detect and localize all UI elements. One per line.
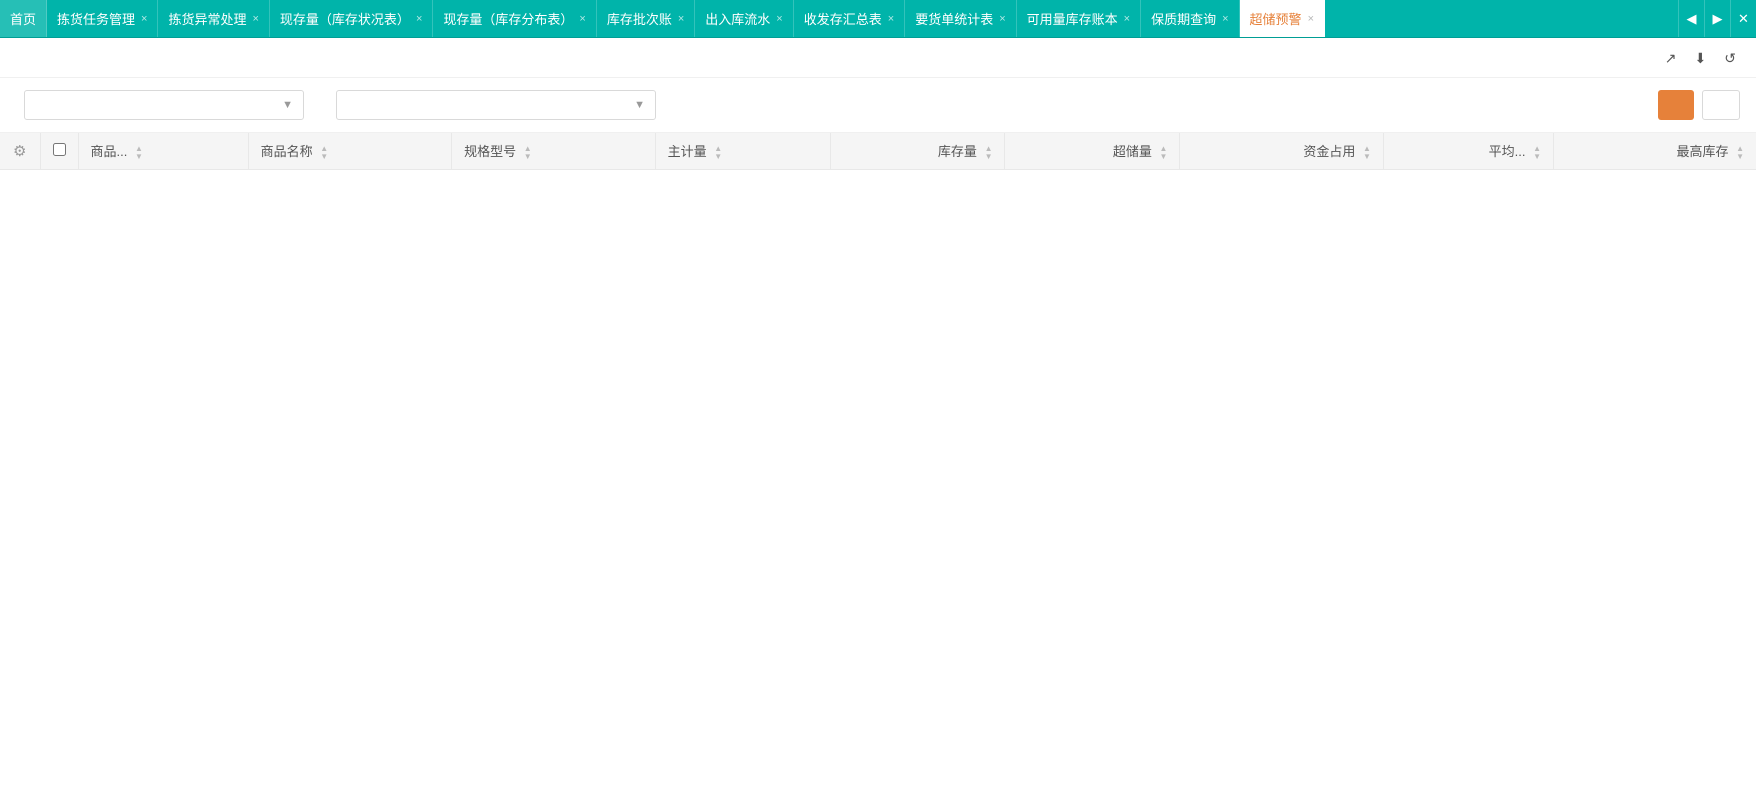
refresh-action[interactable]: ↺ [1724,50,1740,67]
topbar: 首页拣货任务管理×拣货异常处理×现存量（库存状况表）×现存量（库存分布表）×库存… [0,0,1756,38]
nav-close-button[interactable]: ✕ [1730,0,1756,37]
topbar-close-7[interactable]: × [888,13,894,25]
topbar-close-2[interactable]: × [252,13,258,25]
topbar-close-11[interactable]: × [1308,13,1314,25]
topbar-close-6[interactable]: × [776,13,782,25]
sort-icon-unit: ▲▼ [714,145,722,161]
column-settings-icon[interactable]: ⚙ [13,142,26,160]
share-action[interactable]: ↗ [1665,50,1681,67]
topbar-item-6[interactable]: 出入库流水× [695,0,793,37]
datasource-select[interactable]: ▼ [336,90,656,120]
filter-buttons [1658,90,1740,120]
topbar-close-9[interactable]: × [1124,13,1130,25]
col-stock[interactable]: 库存量 ▲▼ [830,133,1005,169]
topbar-item-8[interactable]: 要货单统计表× [905,0,1016,37]
product-category-filter: ▼ [16,90,304,120]
topbar-close-10[interactable]: × [1222,13,1228,25]
col-stock-label: 库存量 [938,144,977,159]
sort-icon-avg: ▲▼ [1533,145,1541,161]
topbar-close-1[interactable]: × [141,13,147,25]
topbar-item-4[interactable]: 现存量（库存分布表）× [433,0,596,37]
table-container: ⚙ 商品... ▲▼ 商品名称 ▲▼ 规格型号 ▲▼ [0,133,1756,170]
sort-icon-capital-occupied: ▲▼ [1363,145,1371,161]
datasource-filter: ▼ [328,90,656,120]
col-overstock-label: 超储量 [1113,144,1152,159]
col-unit-label: 主计量 [668,144,707,159]
col-capital-occupied[interactable]: 资金占用 ▲▼ [1180,133,1384,169]
topbar-item-10[interactable]: 保质期查询× [1141,0,1239,37]
col-capital-occupied-label: 资金占用 [1303,144,1355,159]
filter-bar: ▼ ▼ [0,78,1756,133]
sort-icon-product-code: ▲▼ [135,145,143,161]
topbar-item-9[interactable]: 可用量库存账本× [1017,0,1141,37]
col-product-name[interactable]: 商品名称 ▲▼ [248,133,452,169]
topbar-close-3[interactable]: × [416,13,422,25]
topbar-item-0[interactable]: 首页 [0,0,47,37]
col-checkbox [40,133,78,169]
col-max-stock[interactable]: 最高库存 ▲▼ [1554,133,1756,169]
topbar-item-2[interactable]: 拣货异常处理× [158,0,269,37]
topbar-close-5[interactable]: × [678,13,684,25]
col-settings: ⚙ [0,133,40,169]
col-overstock[interactable]: 超储量 ▲▼ [1005,133,1180,169]
page-actions: ↗ ⬇ ↺ [1665,50,1740,67]
col-product-name-label: 商品名称 [261,144,313,159]
col-avg-label: 平均... [1489,144,1526,159]
nav-prev-button[interactable]: ◀ [1678,0,1704,37]
export-action[interactable]: ⬇ [1695,50,1711,67]
sort-icon-max-stock: ▲▼ [1736,145,1744,161]
product-category-chevron-icon: ▼ [282,99,293,111]
col-product-code-label: 商品... [91,144,128,159]
settings-button[interactable] [1702,90,1740,120]
product-category-select[interactable]: ▼ [24,90,304,120]
sort-icon-stock: ▲▼ [985,145,993,161]
col-spec[interactable]: 规格型号 ▲▼ [452,133,656,169]
col-product-code[interactable]: 商品... ▲▼ [78,133,248,169]
col-unit[interactable]: 主计量 ▲▼ [655,133,830,169]
query-button[interactable] [1658,90,1694,120]
sort-icon-product-name: ▲▼ [320,145,328,161]
sort-icon-spec: ▲▼ [524,145,532,161]
topbar-item-11[interactable]: 超储预警× [1240,0,1325,37]
sort-icon-overstock: ▲▼ [1159,145,1167,161]
page-container: ↗ ⬇ ↺ ▼ ▼ [0,38,1756,800]
nav-next-button[interactable]: ▶ [1704,0,1730,37]
col-avg[interactable]: 平均... ▲▼ [1383,133,1553,169]
topbar-item-7[interactable]: 收发存汇总表× [794,0,905,37]
topbar-nav-arrows: ◀ ▶ ✕ [1678,0,1756,37]
col-max-stock-label: 最高库存 [1676,144,1728,159]
export-icon: ⬇ [1695,50,1707,67]
page-header: ↗ ⬇ ↺ [0,38,1756,78]
topbar-close-4[interactable]: × [579,13,585,25]
topbar-item-1[interactable]: 拣货任务管理× [47,0,158,37]
refresh-icon: ↺ [1724,50,1736,67]
share-icon: ↗ [1665,50,1677,67]
topbar-close-8[interactable]: × [999,13,1005,25]
datasource-chevron-icon: ▼ [634,99,645,111]
topbar-item-3[interactable]: 现存量（库存状况表）× [270,0,433,37]
select-all-checkbox[interactable] [53,143,66,156]
data-table: ⚙ 商品... ▲▼ 商品名称 ▲▼ 规格型号 ▲▼ [0,133,1756,170]
table-header-row: ⚙ 商品... ▲▼ 商品名称 ▲▼ 规格型号 ▲▼ [0,133,1756,169]
topbar-item-5[interactable]: 库存批次账× [597,0,695,37]
col-spec-label: 规格型号 [464,144,516,159]
